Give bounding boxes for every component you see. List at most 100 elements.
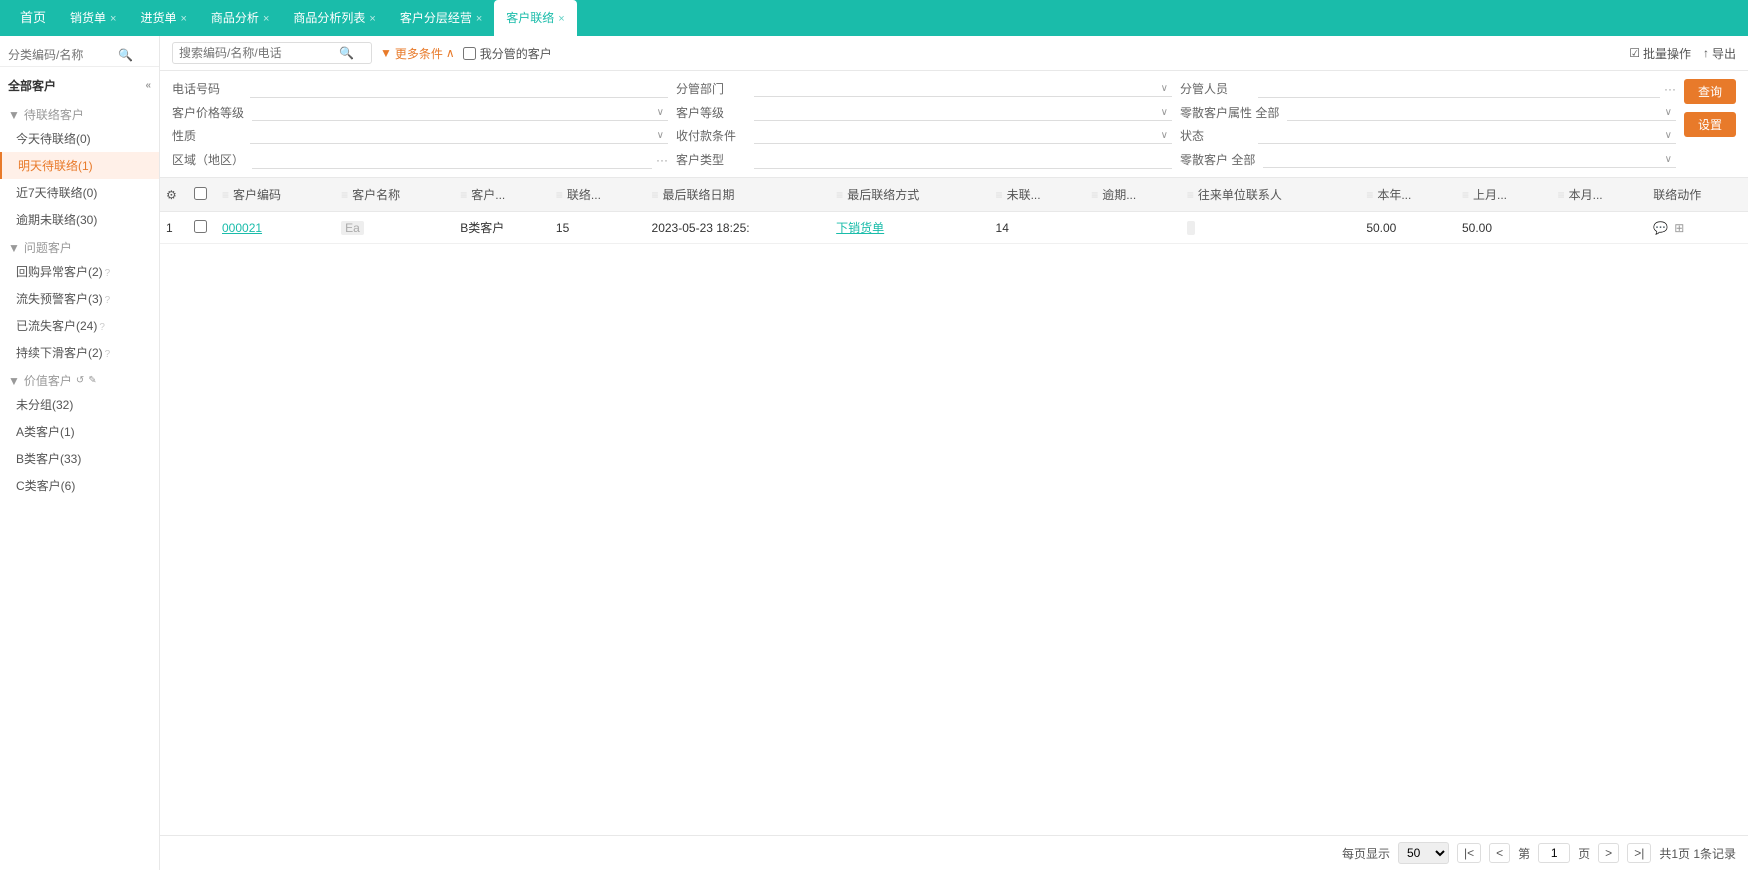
col-last-method: ≡最后联络方式 bbox=[830, 178, 989, 212]
customer-table: ⚙ ≡客户编码 ≡客户名称 ≡客户... ≡联络... ≡最后联络日期 ≡最后联… bbox=[160, 178, 1748, 244]
person-dots-icon[interactable]: ··· bbox=[1664, 82, 1676, 96]
cell-code[interactable]: 000021 bbox=[216, 212, 335, 244]
sidebar-item-lostwarning[interactable]: 流失预警客户(3)? bbox=[0, 285, 159, 312]
grid-icon[interactable]: ⊞ bbox=[1674, 221, 1684, 235]
close-customer-contact-icon[interactable]: × bbox=[558, 13, 564, 25]
region-input[interactable] bbox=[252, 150, 652, 169]
cell-this-month bbox=[1552, 212, 1648, 244]
filter-row-1: 电话号码 分管部门 ∨ 分管人员 bbox=[172, 79, 1676, 98]
toolbar-search-icon[interactable]: 🔍 bbox=[339, 46, 354, 60]
cell-this-year: 50.00 bbox=[1360, 212, 1456, 244]
region-dots-icon[interactable]: ··· bbox=[656, 153, 668, 167]
sidebar-item-declining[interactable]: 持续下滑客户(2)? bbox=[0, 339, 159, 366]
retail-attr-select[interactable]: ∨ bbox=[1287, 105, 1676, 121]
page-number-input[interactable] bbox=[1538, 843, 1570, 863]
phone-input[interactable] bbox=[250, 79, 668, 98]
phone-label: 电话号码 bbox=[172, 80, 242, 97]
close-customer-tier-icon[interactable]: × bbox=[476, 13, 482, 25]
table-row: 1 000021 Ea B类客户 15 2023-05-23 18:25: 下销… bbox=[160, 212, 1748, 244]
my-customers-checkbox[interactable]: 我分管的客户 bbox=[463, 45, 552, 62]
filter-row-3: 性质 ∨ 收付款条件 ∨ bbox=[172, 127, 1676, 144]
nav-product-analysis[interactable]: 商品分析× bbox=[199, 0, 281, 36]
refresh-icon[interactable]: ↺ bbox=[76, 375, 84, 386]
sidebar-search-input[interactable] bbox=[8, 48, 118, 62]
sidebar-item-lost[interactable]: 已流失客户(24)? bbox=[0, 312, 159, 339]
cell-last-method[interactable]: 下销货单 bbox=[830, 212, 989, 244]
help-icon-4: ? bbox=[105, 349, 111, 360]
page-size-select[interactable]: 50 100 200 bbox=[1398, 842, 1449, 864]
nature-label: 性质 bbox=[172, 127, 242, 144]
nature-select[interactable]: ∨ bbox=[250, 128, 668, 144]
cell-last-date: 2023-05-23 18:25: bbox=[646, 212, 831, 244]
close-sales-order-icon[interactable]: × bbox=[110, 13, 116, 25]
chat-icon[interactable]: 💬 bbox=[1653, 221, 1668, 235]
sidebar-item-tomorrow-contact[interactable]: 明天待联络(1) bbox=[0, 152, 159, 179]
last-page-btn[interactable]: >| bbox=[1627, 843, 1651, 863]
cell-unlinked: 14 bbox=[990, 212, 1086, 244]
price-level-select[interactable]: ∨ bbox=[252, 105, 668, 121]
col-checkbox bbox=[188, 178, 216, 212]
my-customers-check[interactable] bbox=[463, 47, 476, 60]
content-area: 🔍 ▼ 更多条件 ∧ 我分管的客户 ☑ 批量操作 ↑ 导出 bbox=[160, 36, 1748, 870]
close-product-analysis-icon[interactable]: × bbox=[263, 13, 269, 25]
first-page-btn[interactable]: |< bbox=[1457, 843, 1481, 863]
filter-customer-type: 客户类型 bbox=[676, 150, 1172, 169]
select-all-checkbox[interactable] bbox=[194, 187, 207, 200]
nav-sales-order[interactable]: 销货单× bbox=[58, 0, 128, 36]
col-last-date: ≡最后联络日期 bbox=[646, 178, 831, 212]
close-purchase-order-icon[interactable]: × bbox=[180, 13, 186, 25]
status-select[interactable]: ∨ bbox=[1258, 128, 1676, 144]
toolbar-search-input[interactable] bbox=[179, 46, 339, 60]
customer-level-select[interactable]: ∨ bbox=[754, 105, 1172, 121]
customer-level-label: 客户等级 bbox=[676, 104, 746, 121]
payment-label: 收付款条件 bbox=[676, 127, 746, 144]
sidebar-group-value: ▼ 价值客户 ↺ ✎ bbox=[0, 366, 159, 391]
export-btn[interactable]: ↑ 导出 bbox=[1703, 45, 1736, 62]
filter-toggle-btn[interactable]: ▼ 更多条件 ∧ bbox=[380, 45, 455, 62]
close-product-analysis-list-icon[interactable]: × bbox=[369, 13, 375, 25]
nav-product-analysis-list[interactable]: 商品分析列表× bbox=[281, 0, 387, 36]
filter-payment: 收付款条件 ∨ bbox=[676, 127, 1172, 144]
person-input[interactable] bbox=[1258, 79, 1660, 98]
sidebar-search-container: 🔍 bbox=[0, 44, 159, 67]
sidebar-item-ungroup[interactable]: 未分组(32) bbox=[0, 391, 159, 418]
edit-icon[interactable]: ✎ bbox=[88, 375, 96, 386]
filter-buttons: 查询 设置 bbox=[1684, 79, 1736, 137]
row-checkbox[interactable] bbox=[194, 220, 207, 233]
sidebar-item-overdue-contact[interactable]: 逾期未联络(30) bbox=[0, 206, 159, 233]
gear-icon[interactable]: ⚙ bbox=[166, 188, 177, 202]
page-end-label: 页 bbox=[1578, 845, 1590, 862]
table-header-row: ⚙ ≡客户编码 ≡客户名称 ≡客户... ≡联络... ≡最后联络日期 ≡最后联… bbox=[160, 178, 1748, 212]
nav-customer-tier[interactable]: 客户分层经营× bbox=[388, 0, 494, 36]
sidebar-search-icon[interactable]: 🔍 bbox=[118, 48, 133, 62]
nav-home[interactable]: 首页 bbox=[8, 0, 58, 36]
sidebar-item-a-class[interactable]: A类客户(1) bbox=[0, 418, 159, 445]
sidebar-collapse-icon[interactable]: « bbox=[145, 80, 151, 91]
my-customers-label: 我分管的客户 bbox=[480, 45, 552, 62]
setting-button[interactable]: 设置 bbox=[1684, 112, 1736, 137]
dept-select[interactable]: ∨ bbox=[754, 81, 1172, 97]
customer-type-label: 客户类型 bbox=[676, 151, 746, 168]
filter-phone: 电话号码 bbox=[172, 79, 668, 98]
next-page-btn[interactable]: > bbox=[1598, 843, 1619, 863]
help-icon-2: ? bbox=[105, 295, 111, 306]
batch-op-btn[interactable]: ☑ 批量操作 bbox=[1629, 45, 1691, 62]
sidebar-item-c-class[interactable]: C类客户(6) bbox=[0, 472, 159, 499]
price-level-chevron-icon: ∨ bbox=[657, 107, 664, 118]
filter-region: 区域（地区） ··· bbox=[172, 150, 668, 169]
sidebar-all-customers[interactable]: 全部客户 « bbox=[0, 71, 159, 100]
prev-page-btn[interactable]: < bbox=[1489, 843, 1510, 863]
customer-type-input[interactable] bbox=[754, 150, 1172, 169]
payment-select[interactable]: ∨ bbox=[754, 128, 1172, 144]
retail-attr-chevron-icon: ∨ bbox=[1665, 107, 1672, 118]
sidebar-item-b-class[interactable]: B类客户(33) bbox=[0, 445, 159, 472]
col-code: ≡客户编码 bbox=[216, 178, 335, 212]
nav-purchase-order[interactable]: 进货单× bbox=[128, 0, 198, 36]
sidebar-item-7day-contact[interactable]: 近7天待联络(0) bbox=[0, 179, 159, 206]
query-button[interactable]: 查询 bbox=[1684, 79, 1736, 104]
nav-customer-contact[interactable]: 客户联络× bbox=[494, 0, 576, 36]
retail-customer-select[interactable]: ∨ bbox=[1263, 152, 1676, 168]
col-action: 联络动作 bbox=[1647, 178, 1748, 212]
sidebar-item-repurchase[interactable]: 回购异常客户(2)? bbox=[0, 258, 159, 285]
sidebar-item-today-contact[interactable]: 今天待联络(0) bbox=[0, 125, 159, 152]
